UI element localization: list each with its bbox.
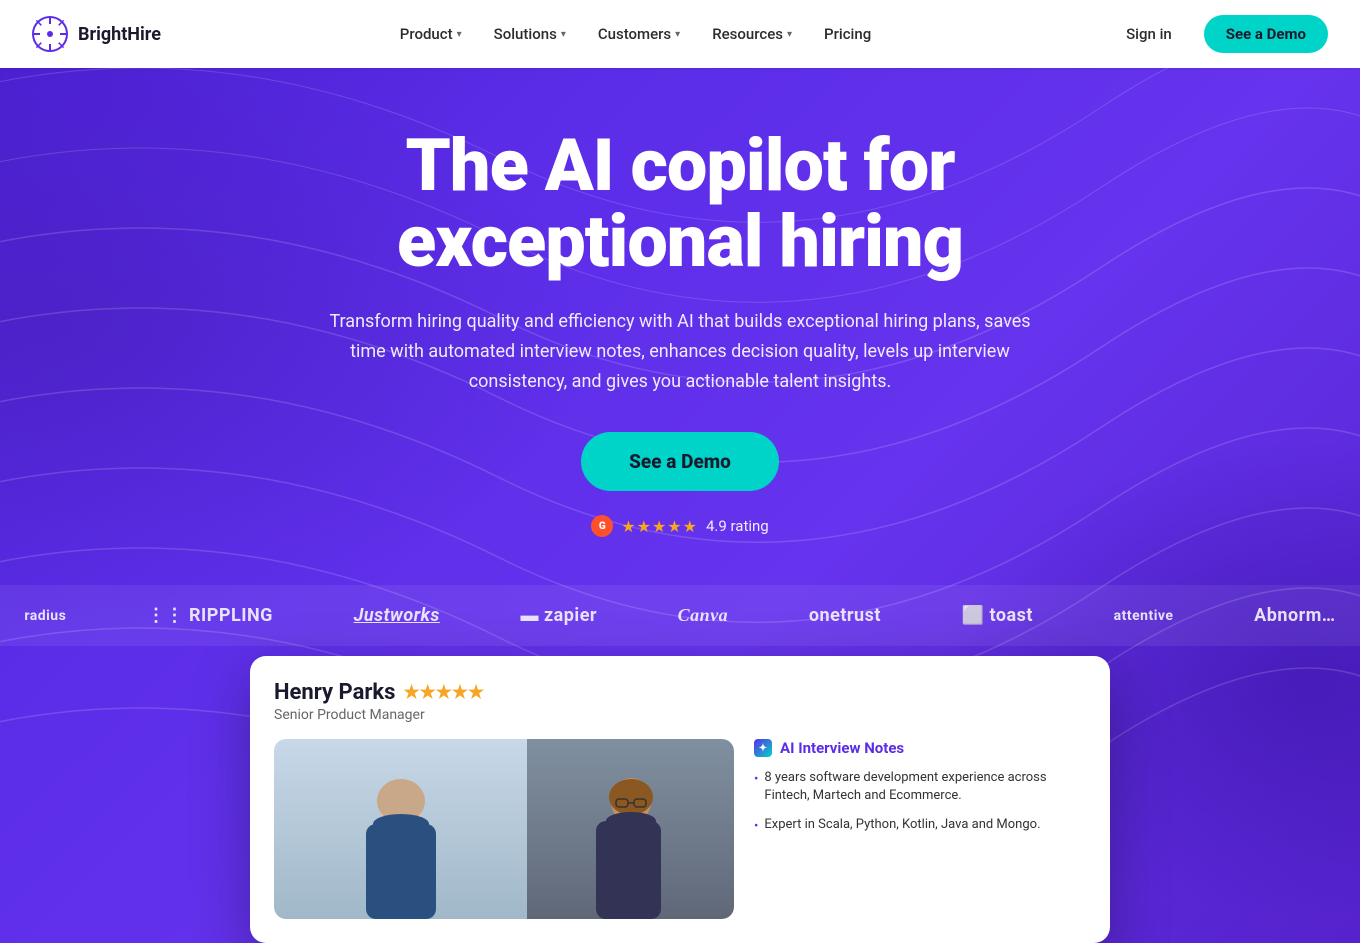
bottom-section: See 1 min overview ↳ Henry Parks ★★★★★ S… [0,636,1360,943]
logo-onetrust: onetrust [809,605,881,626]
hero-content: The AI copilot for exceptional hiring Tr… [270,68,1090,585]
ai-sparkle-icon: ✦ [754,739,772,757]
ai-notes-panel: ✦ AI Interview Notes • 8 years software … [754,739,1086,919]
candidate-title: Senior Product Manager [274,707,1086,723]
candidate-star-rating: ★★★★★ [403,682,484,703]
logo-abnormal: Abnorm… [1254,605,1336,626]
chevron-down-icon: ▾ [675,29,680,40]
ai-notes-header: ✦ AI Interview Notes [754,739,1086,757]
ai-note-item: • Expert in Scala, Python, Kotlin, Java … [754,816,1086,836]
video-person1 [274,739,527,919]
hero-subtitle: Transform hiring quality and efficiency … [310,307,1050,396]
signin-button[interactable]: Sign in [1110,17,1188,51]
bullet-icon: • [754,818,758,836]
video-area [274,739,734,919]
candidate-name: Henry Parks ★★★★★ [274,680,1086,705]
logo-text: BrightHire [78,24,161,45]
logo-attentive: attentive [1114,608,1174,624]
hero-title: The AI copilot for exceptional hiring [310,128,1050,279]
nav-pricing[interactable]: Pricing [810,17,885,51]
logo-radius: radius [24,608,66,624]
logo[interactable]: BrightHire [32,16,161,52]
nav-customers[interactable]: Customers ▾ [584,17,694,51]
ai-note-item: • 8 years software development experienc… [754,769,1086,805]
logo-rippling: ⋮⋮ RIPPLING [147,605,273,626]
bullet-icon: • [754,771,758,789]
card-header: Henry Parks ★★★★★ Senior Product Manager [274,680,1086,723]
hero-cta-button[interactable]: See a Demo [581,432,779,491]
rating-value: 4.9 rating [706,517,769,535]
logo-zapier: ▬ zapier [521,605,597,626]
g2-badge: G [591,515,613,537]
logo-toast: ⬜ toast [962,605,1033,626]
nav-actions: Sign in See a Demo [1110,15,1328,53]
nav-resources[interactable]: Resources ▾ [698,17,806,51]
logo-icon [32,16,68,52]
navbar: BrightHire Product ▾ Solutions ▾ Custome… [0,0,1360,68]
nav-solutions[interactable]: Solutions ▾ [480,17,580,51]
card-body: ✦ AI Interview Notes • 8 years software … [274,739,1086,919]
nav-product[interactable]: Product ▾ [386,17,476,51]
chevron-down-icon: ▾ [787,29,792,40]
video-person2 [527,739,734,919]
nav-demo-button[interactable]: See a Demo [1204,15,1328,53]
interview-card: Henry Parks ★★★★★ Senior Product Manager [250,656,1110,943]
chevron-down-icon: ▾ [561,29,566,40]
chevron-down-icon: ▾ [457,29,462,40]
rating-row: G ★★★★★ 4.9 rating [310,515,1050,537]
logo-justworks: Justworks [354,605,440,626]
hero-section: The AI copilot for exceptional hiring Tr… [0,0,1360,943]
logo-canva: Canva [678,605,729,626]
star-rating: ★★★★★ [621,517,698,536]
nav-links: Product ▾ Solutions ▾ Customers ▾ Resour… [386,17,885,51]
